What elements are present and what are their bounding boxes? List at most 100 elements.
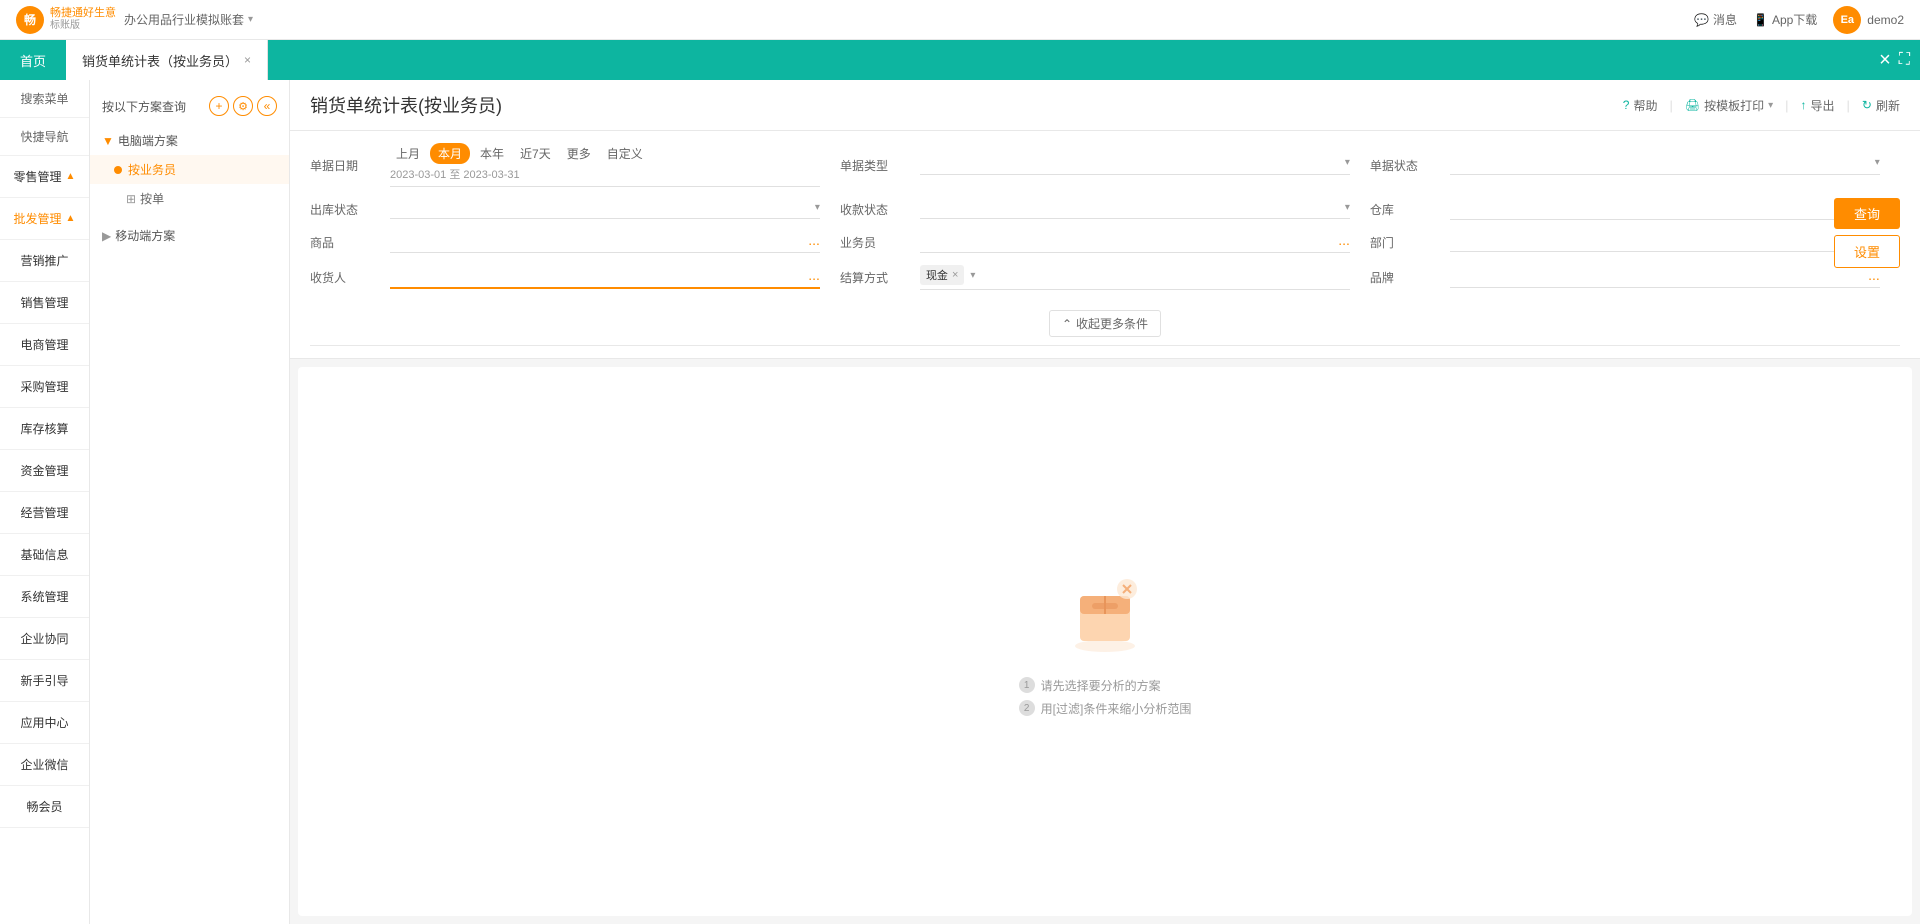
sidebar-item-finance[interactable]: 资金管理: [0, 450, 89, 492]
receiver-more-icon[interactable]: ...: [808, 267, 820, 283]
date-tab-more[interactable]: 更多: [561, 143, 597, 164]
docstatus-label: 单据状态: [1370, 157, 1450, 174]
collapse-icon: ⌃: [1062, 317, 1072, 331]
collapse-more-btn[interactable]: ⌃ 收起更多条件: [1049, 310, 1161, 337]
date-tabs: 上月 本月 本年 近7天 更多 自定义: [390, 143, 820, 164]
help-btn[interactable]: ? 帮助: [1623, 97, 1658, 114]
scheme-header-text: 按以下方案查询: [102, 98, 186, 115]
query-button[interactable]: 查询: [1834, 198, 1900, 229]
docstatus-input[interactable]: [1450, 156, 1875, 170]
payment-tag-close-btn[interactable]: ×: [952, 269, 958, 281]
sidebar-item-sales[interactable]: 销售管理: [0, 282, 89, 324]
filter-row-1: 单据日期 上月 本月 本年 近7天 更多 自定义 2023-03-01 至 20…: [310, 143, 1900, 187]
export-btn[interactable]: ↑ 导出: [1801, 97, 1835, 114]
sidebar-item-inventory[interactable]: 库存核算: [0, 408, 89, 450]
tab-minimize-btn[interactable]: ×: [1879, 49, 1891, 72]
settings-button[interactable]: 设置: [1834, 235, 1900, 268]
warehouse-label: 仓库: [1370, 201, 1450, 218]
filter-row-3: 商品 ... 业务员 ... 部门: [310, 232, 1900, 253]
date-range-text: 2023-03-01 至 2023-03-31: [390, 166, 820, 182]
print-icon: 🖨: [1685, 98, 1700, 112]
sidebar-item-newbie[interactable]: 新手引导: [0, 660, 89, 702]
sidebar-item-search[interactable]: 搜索菜单: [0, 80, 89, 118]
salesperson-more-icon[interactable]: ...: [1338, 232, 1350, 248]
scheme-group-desktop-label[interactable]: ▼ 电脑端方案: [90, 126, 289, 155]
dept-input[interactable]: [1450, 233, 1875, 247]
payment-tag: 现金 ×: [920, 265, 964, 285]
filter-outstatus-group: 出库状态 ▾: [310, 200, 840, 219]
salesperson-input[interactable]: [920, 233, 1338, 247]
sidebar-item-wechat[interactable]: 企业微信: [0, 744, 89, 786]
tip-num-2: 2: [1019, 700, 1035, 716]
outstatus-input[interactable]: [390, 200, 815, 214]
receiver-label: 收货人: [310, 269, 390, 286]
scheme-item-by-order[interactable]: ⊞ 按单: [90, 184, 289, 213]
date-label: 单据日期: [310, 157, 390, 174]
sidebar-item-app-center[interactable]: 应用中心: [0, 702, 89, 744]
tab-home[interactable]: 首页: [0, 40, 66, 80]
user-area[interactable]: Ea demo2: [1833, 6, 1904, 34]
sidebar-item-wholesale[interactable]: 批发管理 ▲: [0, 198, 89, 240]
message-btn[interactable]: 💬 消息: [1694, 11, 1737, 28]
app-download-btn[interactable]: 📱 App下载: [1753, 11, 1817, 28]
goods-label: 商品: [310, 234, 390, 251]
sidebar-item-system[interactable]: 系统管理: [0, 576, 89, 618]
user-avatar: Ea: [1833, 6, 1861, 34]
collectstatus-dropdown-icon[interactable]: ▾: [1345, 202, 1350, 213]
content-area: 按以下方案查询 + ⚙ « ▼ 电脑端方案 按业务员 ⊞ 按单: [90, 80, 1920, 924]
header-right: 💬 消息 📱 App下载 Ea demo2: [1694, 6, 1904, 34]
doctype-label: 单据类型: [840, 157, 920, 174]
collectstatus-input[interactable]: [920, 200, 1345, 214]
refresh-btn[interactable]: ↻ 刷新: [1862, 97, 1900, 114]
tab-close-btn[interactable]: ×: [244, 53, 251, 67]
sidebar-item-retail[interactable]: 零售管理 ▲: [0, 156, 89, 198]
date-tab-custom[interactable]: 自定义: [601, 143, 649, 164]
filter-payment-group: 结算方式 现金 × ▾: [840, 265, 1370, 290]
collectstatus-label: 收款状态: [840, 201, 920, 218]
order-icon: ⊞: [126, 192, 136, 206]
scheme-settings-btn[interactable]: ⚙: [233, 96, 253, 116]
filter-row-2: 出库状态 ▾ 收款状态 ▾ 仓库: [310, 199, 1900, 220]
goods-input[interactable]: [390, 233, 808, 247]
sidebar-item-enterprise[interactable]: 企业协同: [0, 618, 89, 660]
date-tab-this-month[interactable]: 本月: [430, 143, 470, 164]
sidebar-item-basic[interactable]: 基础信息: [0, 534, 89, 576]
sidebar-item-management[interactable]: 经营管理: [0, 492, 89, 534]
main-layout: 搜索菜单 快捷导航 零售管理 ▲ 批发管理 ▲ 营销推广 销售管理 电商管理 采…: [0, 80, 1920, 924]
sidebar-item-member[interactable]: 畅会员: [0, 786, 89, 828]
header-left: 畅 畅捷通好生意 标账版 办公用品行业模拟账套 ▾: [16, 6, 253, 34]
doctype-dropdown-icon[interactable]: ▾: [1345, 157, 1350, 168]
date-tab-this-year[interactable]: 本年: [474, 143, 510, 164]
sidebar-item-purchase[interactable]: 采购管理: [0, 366, 89, 408]
tab-maximize-btn[interactable]: ⛶: [1899, 51, 1910, 69]
brand-input[interactable]: [1450, 268, 1868, 282]
sidebar-item-quick-nav[interactable]: 快捷导航: [0, 118, 89, 156]
outstatus-dropdown-icon[interactable]: ▾: [815, 202, 820, 213]
header-subtitle[interactable]: 办公用品行业模拟账套 ▾: [124, 11, 253, 28]
print-template-btn[interactable]: 🖨 按模板打印 ▾: [1685, 97, 1773, 114]
brand-more-icon[interactable]: ...: [1868, 267, 1880, 283]
payment-dropdown-icon[interactable]: ▾: [970, 270, 975, 281]
sidebar-item-ecommerce[interactable]: 电商管理: [0, 324, 89, 366]
scheme-group-mobile-label[interactable]: ▶ 移动端方案: [90, 221, 289, 250]
tab-actions: × ⛶: [1879, 49, 1920, 72]
date-tab-7days[interactable]: 近7天: [514, 143, 557, 164]
scheme-header: 按以下方案查询 + ⚙ «: [90, 90, 289, 122]
wholesale-arrow-icon: ▲: [66, 213, 76, 224]
scheme-collapse-btn[interactable]: «: [257, 96, 277, 116]
filter-docstatus-group: 单据状态 ▾: [1370, 156, 1900, 175]
scheme-add-btn[interactable]: +: [209, 96, 229, 116]
goods-more-icon[interactable]: ...: [808, 232, 820, 248]
date-tab-last-month[interactable]: 上月: [390, 143, 426, 164]
tab-active[interactable]: 销货单统计表（按业务员） ×: [66, 40, 268, 80]
top-header: 畅 畅捷通好生意 标账版 办公用品行业模拟账套 ▾ 💬 消息 📱 App下载 E…: [0, 0, 1920, 40]
scheme-group-desktop: ▼ 电脑端方案 按业务员 ⊞ 按单: [90, 122, 289, 217]
scheme-item-by-salesperson[interactable]: 按业务员: [90, 155, 289, 184]
sidebar-item-marketing[interactable]: 营销推广: [0, 240, 89, 282]
warehouse-input[interactable]: [1450, 200, 1868, 214]
receiver-input[interactable]: [390, 268, 808, 282]
docstatus-dropdown-icon[interactable]: ▾: [1875, 157, 1880, 168]
doctype-input[interactable]: [920, 156, 1345, 170]
filter-date-group: 单据日期 上月 本月 本年 近7天 更多 自定义 2023-03-01 至 20…: [310, 143, 840, 187]
help-icon: ?: [1623, 98, 1630, 112]
